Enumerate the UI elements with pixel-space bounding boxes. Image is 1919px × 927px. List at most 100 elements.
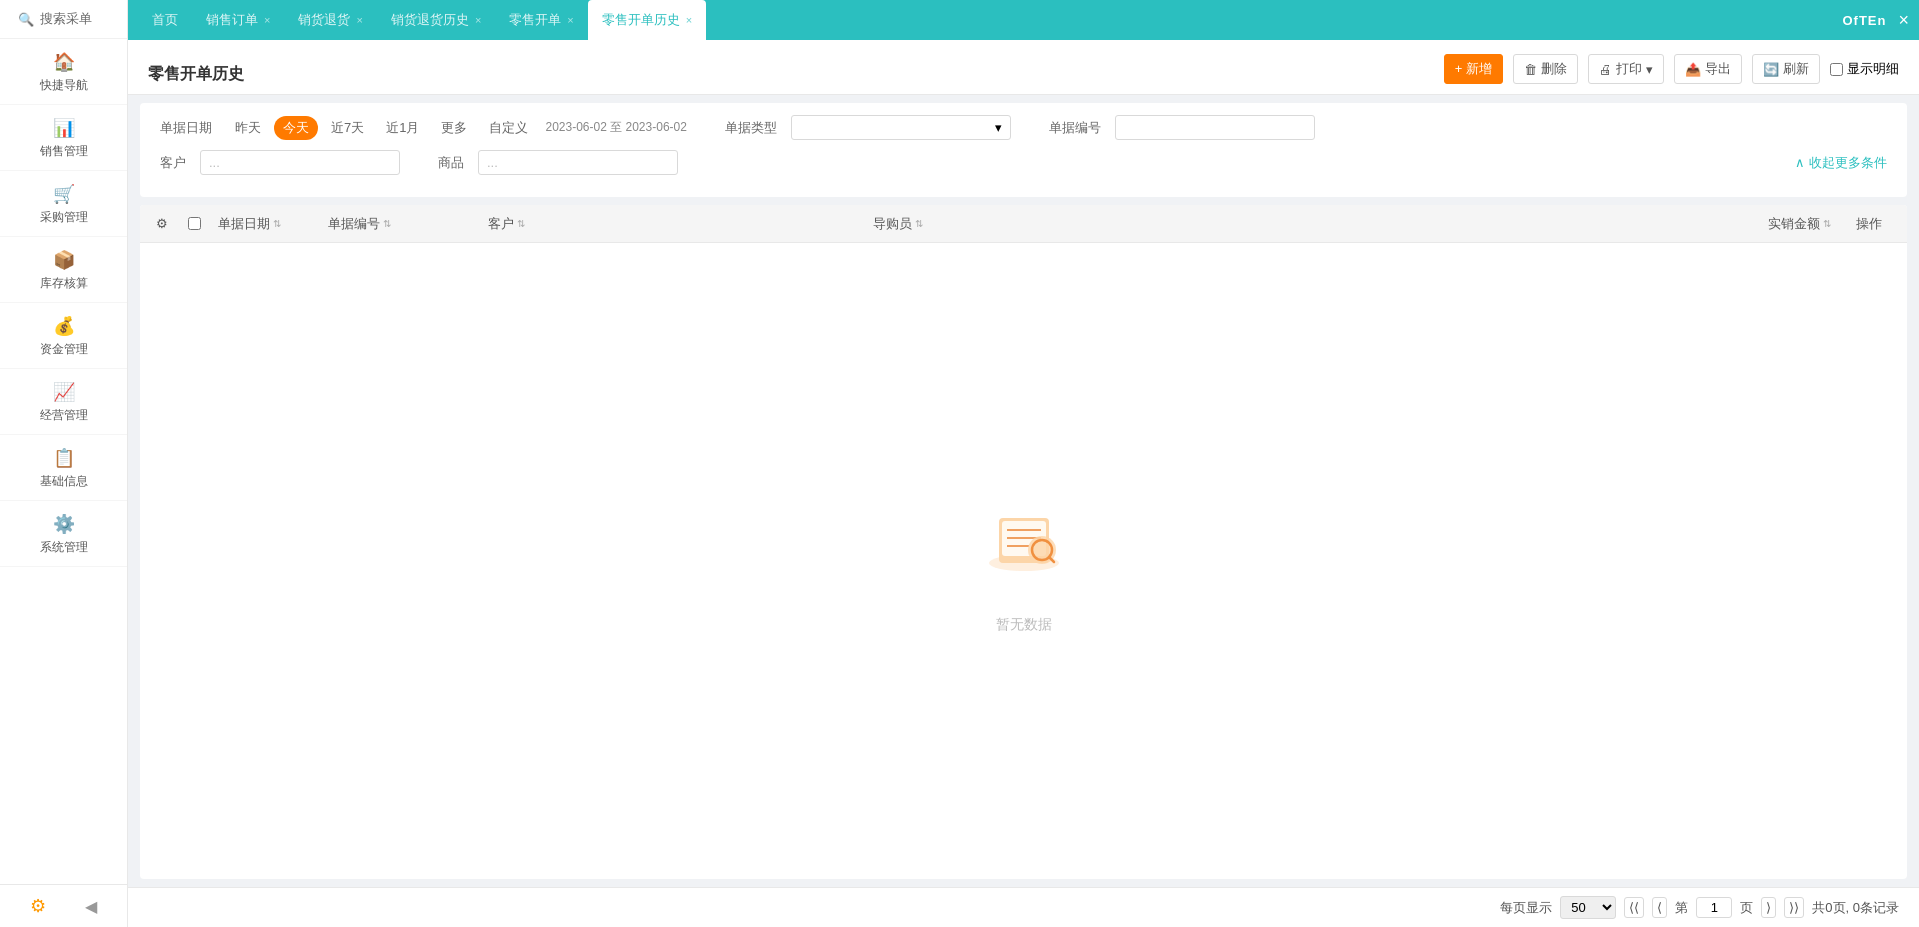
tab-sales-return-history[interactable]: 销货退货历史 × — [377, 0, 495, 40]
brand-label: OfTEn — [1842, 13, 1886, 28]
sidebar-item-operations[interactable]: 📈 经营管理 — [0, 369, 127, 435]
filter-area: 单据日期 昨天 今天 近7天 近1月 更多 自定义 2023-06-02 至 2… — [140, 103, 1907, 197]
date-btn-yesterday[interactable]: 昨天 — [226, 116, 270, 140]
sidebar-bottom: ⚙ ◀ — [0, 884, 127, 927]
search-icon: 🔍 — [18, 12, 34, 27]
tab-sales-return-history-close[interactable]: × — [475, 14, 481, 26]
print-button[interactable]: 🖨 打印 ▾ — [1588, 54, 1664, 84]
th-op-label: 操作 — [1856, 215, 1882, 233]
th-num[interactable]: 单据编号 ⇅ — [320, 215, 480, 233]
nav-right: OfTEn × — [1842, 10, 1909, 31]
sidebar-item-inventory[interactable]: 📦 库存核算 — [0, 237, 127, 303]
th-client[interactable]: 客户 ⇅ — [480, 215, 865, 233]
sidebar-item-purchase-mgmt[interactable]: 🛒 采购管理 — [0, 171, 127, 237]
inventory-icon: 📦 — [53, 249, 75, 271]
tab-sales-return-history-label: 销货退货历史 — [391, 11, 469, 29]
sidebar-label-quick-nav: 快捷导航 — [40, 77, 88, 94]
empty-illustration — [974, 488, 1074, 604]
table-header: ⚙ 单据日期 ⇅ 单据编号 ⇅ 客户 ⇅ 导购员 — [140, 205, 1907, 243]
empty-svg — [974, 488, 1074, 588]
display-detail-toggle[interactable]: 显示明细 — [1830, 60, 1899, 78]
refresh-icon: 🔄 — [1763, 62, 1779, 77]
date-btn-more[interactable]: 更多 — [432, 116, 476, 140]
th-settings[interactable]: ⚙ — [148, 216, 180, 231]
th-date-label: 单据日期 — [218, 215, 270, 233]
sidebar-item-quick-nav[interactable]: 🏠 快捷导航 — [0, 39, 127, 105]
date-btn-today[interactable]: 今天 — [274, 116, 318, 140]
next-page-btn[interactable]: ⟩ — [1761, 897, 1776, 918]
display-detail-checkbox[interactable] — [1830, 63, 1843, 76]
tab-sales-return-label: 销货退货 — [298, 11, 350, 29]
select-all-checkbox[interactable] — [188, 217, 201, 230]
tab-sales-return[interactable]: 销货退货 × — [284, 0, 376, 40]
th-client-label: 客户 — [488, 215, 514, 233]
bill-type-select[interactable]: ▾ — [791, 115, 1011, 140]
sidebar-label-sys-mgmt: 系统管理 — [40, 539, 88, 556]
bill-num-input[interactable] — [1115, 115, 1315, 140]
delete-icon: 🗑 — [1524, 62, 1537, 77]
sidebar-item-basic-info[interactable]: 📋 基础信息 — [0, 435, 127, 501]
pagination: 每页显示 50 100 200 ⟨⟨ ⟨ 第 1 页 ⟩ ⟩⟩ 共0页, 0条记… — [128, 887, 1919, 927]
settings-icon[interactable]: ⚙ — [30, 895, 46, 917]
sort-guide-icon: ⇅ — [915, 218, 923, 229]
print-dropdown-icon: ▾ — [1646, 62, 1653, 77]
collapse-sidebar-icon[interactable]: ◀ — [85, 897, 97, 916]
sidebar-item-finance[interactable]: 💰 资金管理 — [0, 303, 127, 369]
th-checkbox[interactable] — [180, 217, 210, 230]
th-date[interactable]: 单据日期 ⇅ — [210, 215, 320, 233]
print-icon: 🖨 — [1599, 62, 1612, 77]
tab-retail-history-close[interactable]: × — [686, 14, 692, 26]
page-input[interactable]: 1 — [1696, 897, 1732, 918]
nav-close-btn[interactable]: × — [1898, 10, 1909, 31]
th-num-label: 单据编号 — [328, 215, 380, 233]
bill-num-label: 单据编号 — [1049, 119, 1101, 137]
main-area: 首页 销售订单 × 销货退货 × 销货退货历史 × 零售开单 × 零售开单历史 … — [128, 0, 1919, 927]
collapse-filter-btn[interactable]: ∧ 收起更多条件 — [1795, 154, 1887, 172]
page-header: 零售开单历史 + 新增 🗑 删除 🖨 打印 ▾ 📤 导出 🔄 — [128, 40, 1919, 95]
date-btn-7days[interactable]: 近7天 — [322, 116, 373, 140]
goods-dots: ... — [487, 155, 498, 170]
delete-button[interactable]: 🗑 删除 — [1513, 54, 1578, 84]
export-button[interactable]: 📤 导出 — [1674, 54, 1742, 84]
basic-info-icon: 📋 — [53, 447, 75, 469]
tab-sales-order-close[interactable]: × — [264, 14, 270, 26]
th-guide[interactable]: 导购员 ⇅ — [865, 215, 985, 233]
tab-sales-order[interactable]: 销售订单 × — [192, 0, 284, 40]
th-amount[interactable]: 实销金额 ⇅ — [1739, 215, 1839, 233]
sidebar-search[interactable]: 🔍 搜索采单 — [0, 0, 127, 39]
tab-retail-open-close[interactable]: × — [567, 14, 573, 26]
sidebar-label-basic-info: 基础信息 — [40, 473, 88, 490]
tab-sales-return-close[interactable]: × — [356, 14, 362, 26]
sidebar-item-sales-mgmt[interactable]: 📊 销售管理 — [0, 105, 127, 171]
toolbar: + 新增 🗑 删除 🖨 打印 ▾ 📤 导出 🔄 刷新 — [1444, 54, 1899, 94]
chevron-up-icon: ∧ — [1795, 155, 1805, 170]
tab-retail-open[interactable]: 零售开单 × — [495, 0, 587, 40]
th-op: 操作 — [1839, 215, 1899, 233]
tab-retail-history[interactable]: 零售开单历史 × — [588, 0, 706, 40]
client-input[interactable]: ... — [200, 150, 400, 175]
sort-date-icon: ⇅ — [273, 218, 281, 229]
goods-label: 商品 — [438, 154, 464, 172]
page-title: 零售开单历史 — [148, 64, 244, 85]
goods-input[interactable]: ... — [478, 150, 678, 175]
first-page-btn[interactable]: ⟨⟨ — [1624, 897, 1644, 918]
sys-icon: ⚙️ — [53, 513, 75, 535]
home-icon: 🏠 — [53, 51, 75, 73]
bill-type-dropdown-icon: ▾ — [995, 120, 1002, 135]
date-btn-custom[interactable]: 自定义 — [480, 116, 537, 140]
prev-page-btn[interactable]: ⟨ — [1652, 897, 1667, 918]
bill-type-label: 单据类型 — [725, 119, 777, 137]
refresh-button[interactable]: 🔄 刷新 — [1752, 54, 1820, 84]
add-button[interactable]: + 新增 — [1444, 54, 1503, 84]
date-btn-1month[interactable]: 近1月 — [377, 116, 428, 140]
per-page-select[interactable]: 50 100 200 — [1560, 896, 1616, 919]
sort-client-icon: ⇅ — [517, 218, 525, 229]
sidebar-item-sys-mgmt[interactable]: ⚙️ 系统管理 — [0, 501, 127, 567]
client-label: 客户 — [160, 154, 186, 172]
th-guide-label: 导购员 — [873, 215, 912, 233]
sort-num-icon: ⇅ — [383, 218, 391, 229]
finance-icon: 💰 — [53, 315, 75, 337]
last-page-btn[interactable]: ⟩⟩ — [1784, 897, 1804, 918]
date-range-display: 2023-06-02 至 2023-06-02 — [545, 119, 686, 136]
tab-home[interactable]: 首页 — [138, 0, 192, 40]
